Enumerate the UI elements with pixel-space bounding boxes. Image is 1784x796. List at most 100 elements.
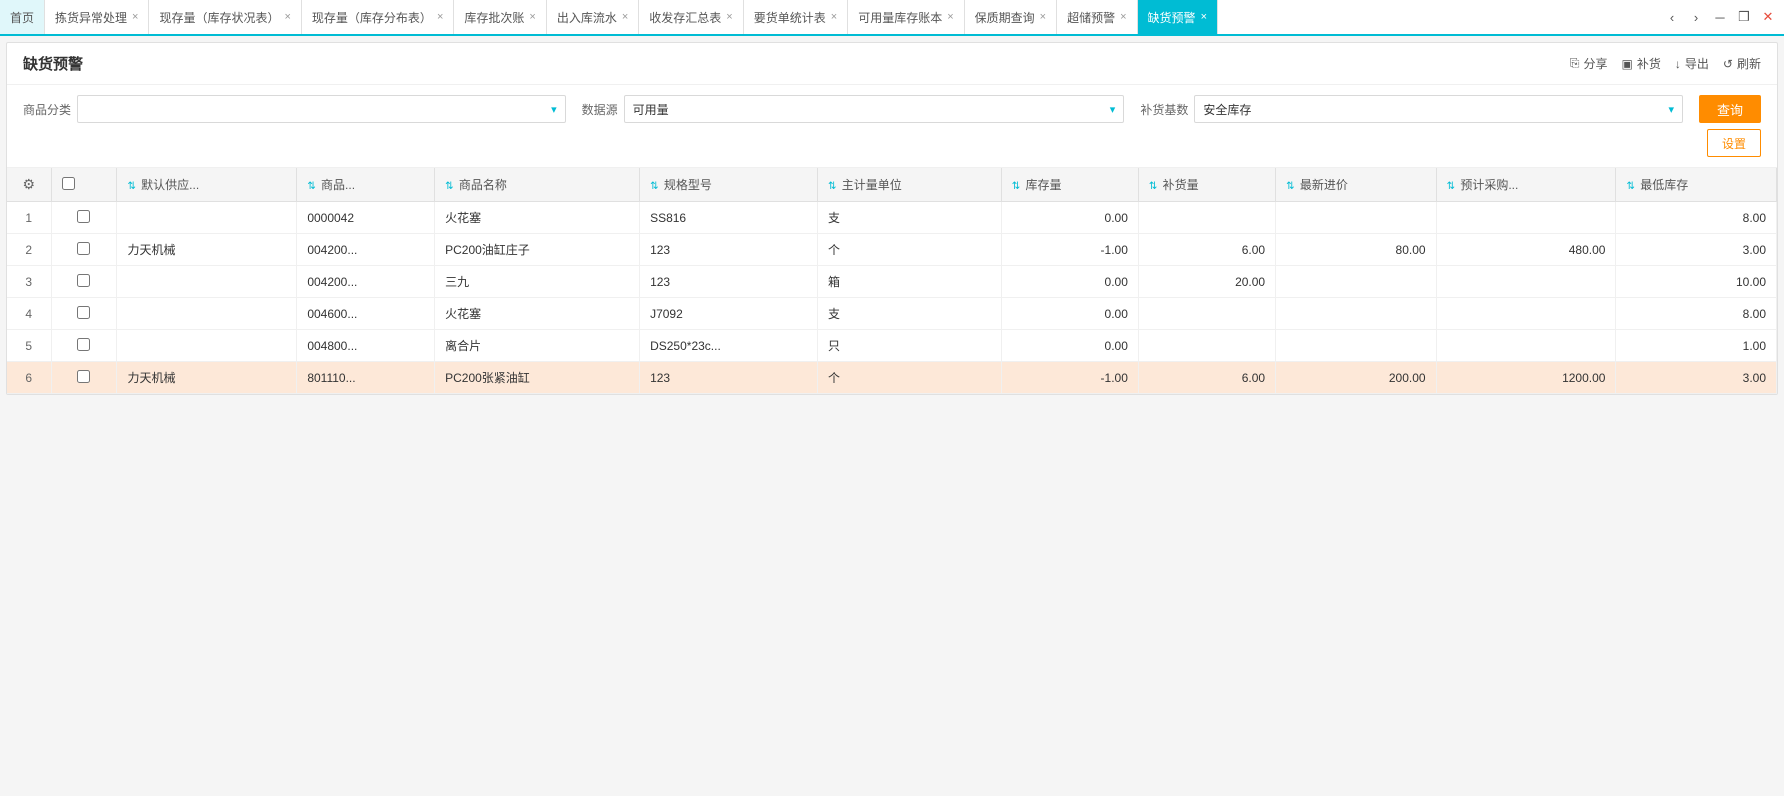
category-select[interactable]: ▾ [77,95,566,123]
row-checkbox[interactable] [77,338,90,351]
row-checkbox-cell[interactable] [51,234,117,266]
tab-8[interactable]: 可用量库存账本 × [848,0,964,35]
replenish-button[interactable]: ▣ 补货 [1622,55,1661,72]
tab-bar[interactable]: 首页 拣货异常处理 × 现存量（库存状况表） × 现存量（库存分布表） × 库存… [0,0,1784,36]
row-replenish [1138,202,1275,234]
share-icon: ⎘ [1570,56,1580,71]
row-code: 004800... [297,330,435,362]
tab-nav-left[interactable]: ‹ [1660,5,1684,29]
row-checkbox[interactable] [77,274,90,287]
col-settings[interactable]: ⚙ [7,168,51,202]
row-code: 0000042 [297,202,435,234]
tab-close-2[interactable]: × [284,11,290,23]
col-code[interactable]: ⇅ 商品... [297,168,435,202]
replenish-basis-value: 安全库存 [1203,101,1668,118]
replenish-sort-icon: ⇅ [1149,181,1157,192]
tab-close-1[interactable]: × [132,11,138,23]
tab-3[interactable]: 现存量（库存分布表） × [302,0,454,35]
tab-10[interactable]: 超储预警 × [1057,0,1137,35]
tab-close-5[interactable]: × [622,11,628,23]
query-button[interactable]: 查询 [1699,95,1761,123]
window-minimize[interactable]: ─ [1708,5,1732,29]
col-latest-price[interactable]: ⇅ 最新进价 [1276,168,1436,202]
settings-button[interactable]: 设置 [1707,129,1761,157]
row-min-stock: 10.00 [1616,266,1777,298]
row-stock: 0.00 [1001,266,1138,298]
tab-2[interactable]: 现存量（库存状况表） × [149,0,301,35]
tab-close-11[interactable]: × [1201,11,1207,23]
tab-11[interactable]: 缺货预警 × [1138,0,1218,35]
datasource-select[interactable]: 可用量 ▾ [624,95,1125,123]
filter-category: 商品分类 ▾ [23,95,566,123]
col-checkbox[interactable] [51,168,117,202]
tab-close-4[interactable]: × [529,11,535,23]
col-name[interactable]: ⇅ 商品名称 [435,168,640,202]
row-unit: 支 [817,202,1001,234]
row-name: PC200张紧油缸 [435,362,640,394]
tab-close-3[interactable]: × [437,11,443,23]
row-checkbox[interactable] [77,370,90,383]
window-restore[interactable]: ❒ [1732,5,1756,29]
row-checkbox[interactable] [77,210,90,223]
col-min-stock[interactable]: ⇅ 最低库存 [1616,168,1777,202]
filter-replenish-basis: 补货基数 安全库存 ▾ [1140,95,1683,123]
name-sort-icon: ⇅ [445,181,453,192]
select-all-checkbox[interactable] [62,177,75,190]
tab-1[interactable]: 拣货异常处理 × [45,0,149,35]
window-close[interactable]: ✕ [1756,5,1780,29]
tab-close-9[interactable]: × [1040,11,1046,23]
share-button[interactable]: ⎘ 分享 [1570,55,1608,72]
tab-nav-right[interactable]: › [1684,5,1708,29]
table-row: 6 力天机械 801110... PC200张紧油缸 123 个 -1.00 6… [7,362,1777,394]
export-icon: ↓ [1675,57,1681,71]
row-checkbox[interactable] [77,242,90,255]
tab-9[interactable]: 保质期查询 × [965,0,1057,35]
row-spec: J7092 [640,298,818,330]
col-spec[interactable]: ⇅ 规格型号 [640,168,818,202]
header-actions: ⎘ 分享 ▣ 补货 ↓ 导出 ↺ 刷新 [1570,55,1761,72]
col-replenish[interactable]: ⇅ 补货量 [1138,168,1275,202]
tab-5[interactable]: 出入库流水 × [547,0,639,35]
tab-7[interactable]: 要货单统计表 × [744,0,848,35]
col-stock[interactable]: ⇅ 库存量 [1001,168,1138,202]
col-estimated-purchase[interactable]: ⇅ 预计采购... [1436,168,1616,202]
row-spec: 123 [640,234,818,266]
tab-4[interactable]: 库存批次账 × [454,0,546,35]
row-checkbox-cell[interactable] [51,330,117,362]
supplier-sort-icon: ⇅ [127,181,135,192]
row-supplier [117,330,297,362]
page-header: 缺货预警 ⎘ 分享 ▣ 补货 ↓ 导出 ↺ 刷新 [7,43,1777,85]
spec-sort-icon: ⇅ [650,181,658,192]
min-stock-sort-icon: ⇅ [1626,181,1634,192]
row-checkbox[interactable] [77,306,90,319]
export-button[interactable]: ↓ 导出 [1675,55,1709,72]
tab-close-6[interactable]: × [726,11,732,23]
row-checkbox-cell[interactable] [51,266,117,298]
col-unit[interactable]: ⇅ 主计量单位 [817,168,1001,202]
gear-icon[interactable]: ⚙ [22,176,35,192]
row-checkbox-cell[interactable] [51,298,117,330]
row-stock: -1.00 [1001,362,1138,394]
row-checkbox-cell[interactable] [51,202,117,234]
row-spec: 123 [640,362,818,394]
category-chevron-icon: ▾ [551,103,557,116]
refresh-button[interactable]: ↺ 刷新 [1723,55,1761,72]
replenish-basis-select[interactable]: 安全库存 ▾ [1194,95,1683,123]
row-min-stock: 8.00 [1616,298,1777,330]
tab-home[interactable]: 首页 [0,0,45,35]
row-estimated-purchase: 1200.00 [1436,362,1616,394]
row-unit: 只 [817,330,1001,362]
tab-close-10[interactable]: × [1120,11,1126,23]
tab-close-8[interactable]: × [947,11,953,23]
table-container: ⚙ ⇅ 默认供应... ⇅ 商品... ⇅ 商品名称 [7,168,1777,394]
row-replenish [1138,298,1275,330]
estimated-purchase-sort-icon: ⇅ [1447,181,1455,192]
tab-close-7[interactable]: × [831,11,837,23]
row-stock: 0.00 [1001,330,1138,362]
row-unit: 箱 [817,266,1001,298]
table-row: 4 004600... 火花塞 J7092 支 0.00 8.00 [7,298,1777,330]
row-checkbox-cell[interactable] [51,362,117,394]
col-supplier[interactable]: ⇅ 默认供应... [117,168,297,202]
page-title: 缺货预警 [23,53,1570,74]
tab-6[interactable]: 收发存汇总表 × [639,0,743,35]
